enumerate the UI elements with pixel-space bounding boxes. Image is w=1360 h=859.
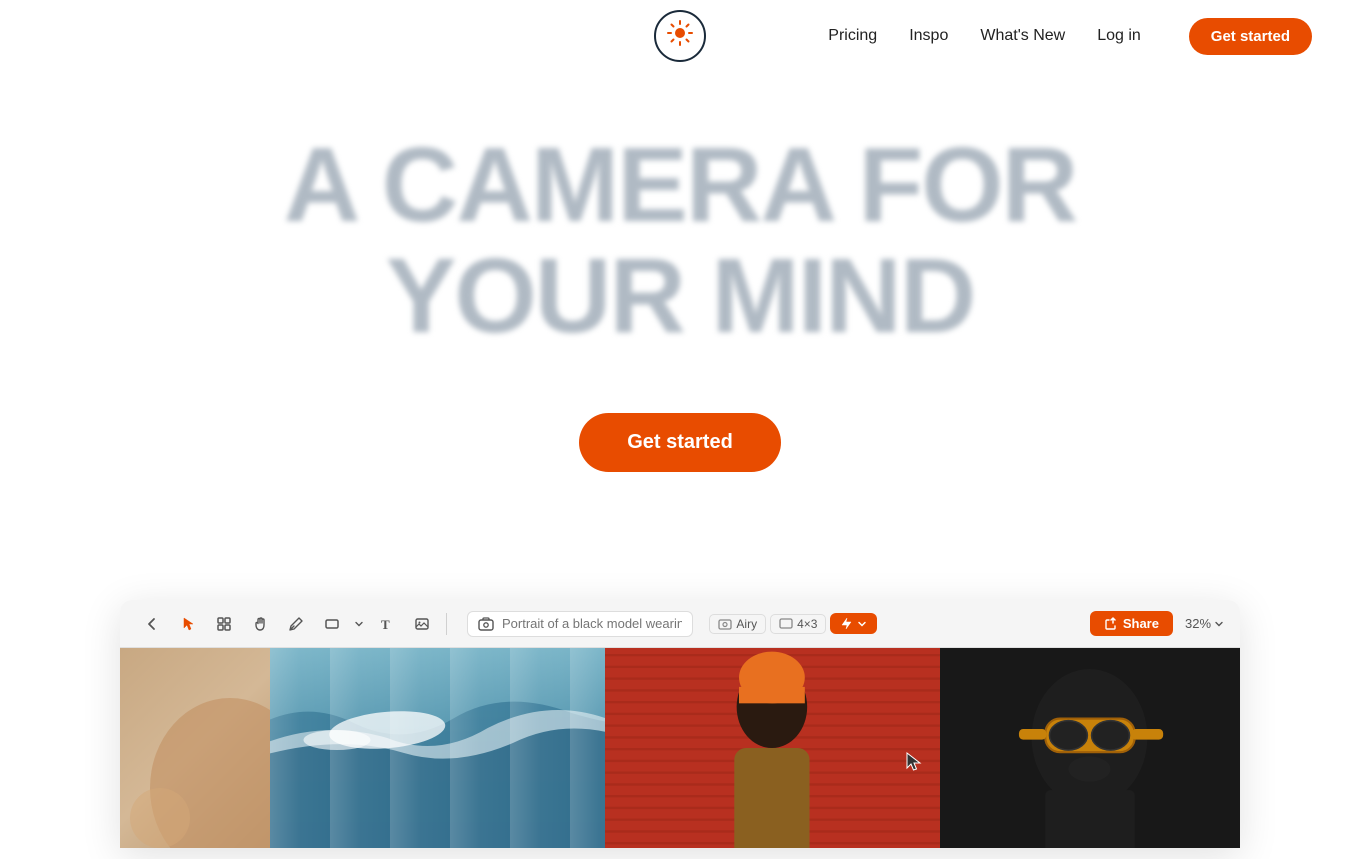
prompt-input[interactable] — [502, 616, 682, 631]
camera-mode-badge[interactable]: Airy — [709, 614, 766, 634]
nav-whats-new[interactable]: What's New — [980, 27, 1065, 45]
hero-title-line1: A CAMERA FOR — [284, 126, 1077, 244]
cursor-tool-icon[interactable] — [172, 608, 204, 640]
generate-button[interactable] — [830, 613, 877, 634]
dropdown-arrow-icon — [857, 619, 867, 629]
flash-icon — [840, 617, 853, 630]
share-button[interactable]: Share — [1090, 611, 1173, 636]
share-icon — [1104, 617, 1117, 630]
prompt-input-wrap[interactable] — [467, 611, 693, 637]
nav-login[interactable]: Log in — [1097, 27, 1141, 45]
ratio-icon — [779, 617, 793, 631]
canvas-image-3 — [605, 648, 940, 848]
app-preview: T Airy 4×3 Share — [120, 600, 1240, 848]
nav-links: Pricing Inspo What's New Log in Get star… — [828, 18, 1312, 55]
ratio-label: 4×3 — [797, 617, 817, 631]
logo[interactable] — [654, 10, 706, 62]
hand-tool-icon[interactable] — [244, 608, 276, 640]
sun-icon — [666, 19, 694, 53]
svg-text:T: T — [381, 617, 390, 631]
image-tool-icon[interactable] — [406, 608, 438, 640]
toolbar: T Airy 4×3 Share — [120, 600, 1240, 648]
hero-title: A CAMERA FOR YOUR MIND — [284, 130, 1077, 353]
pen-tool-icon[interactable] — [280, 608, 312, 640]
hero-get-started-button[interactable]: Get started — [579, 413, 781, 472]
rectangle-tool-icon[interactable] — [316, 608, 348, 640]
canvas-image-4 — [940, 648, 1240, 848]
canvas-area — [120, 648, 1240, 848]
grid-tool-icon[interactable] — [208, 608, 240, 640]
back-icon[interactable] — [136, 608, 168, 640]
text-tool-icon[interactable]: T — [370, 608, 402, 640]
nav-inspo[interactable]: Inspo — [909, 27, 948, 45]
camera-badge-icon — [718, 617, 732, 631]
zoom-control[interactable]: 32% — [1185, 616, 1224, 631]
rectangle-dropdown-icon[interactable] — [352, 608, 366, 640]
hero-title-line2: YOUR MIND — [386, 237, 975, 355]
ratio-badge[interactable]: 4×3 — [770, 614, 826, 634]
camera-icon — [478, 616, 494, 632]
nav-get-started-button[interactable]: Get started — [1189, 18, 1312, 55]
zoom-dropdown-icon — [1214, 619, 1224, 629]
nav-pricing[interactable]: Pricing — [828, 27, 877, 45]
hero-section: A CAMERA FOR YOUR MIND Get started — [0, 0, 1360, 600]
camera-mode-label: Airy — [736, 617, 757, 631]
zoom-level: 32% — [1185, 616, 1211, 631]
navbar: Pricing Inspo What's New Log in Get star… — [0, 0, 1360, 72]
canvas-image-2 — [270, 648, 605, 848]
canvas-image-1 — [120, 648, 270, 848]
share-label: Share — [1123, 616, 1159, 631]
